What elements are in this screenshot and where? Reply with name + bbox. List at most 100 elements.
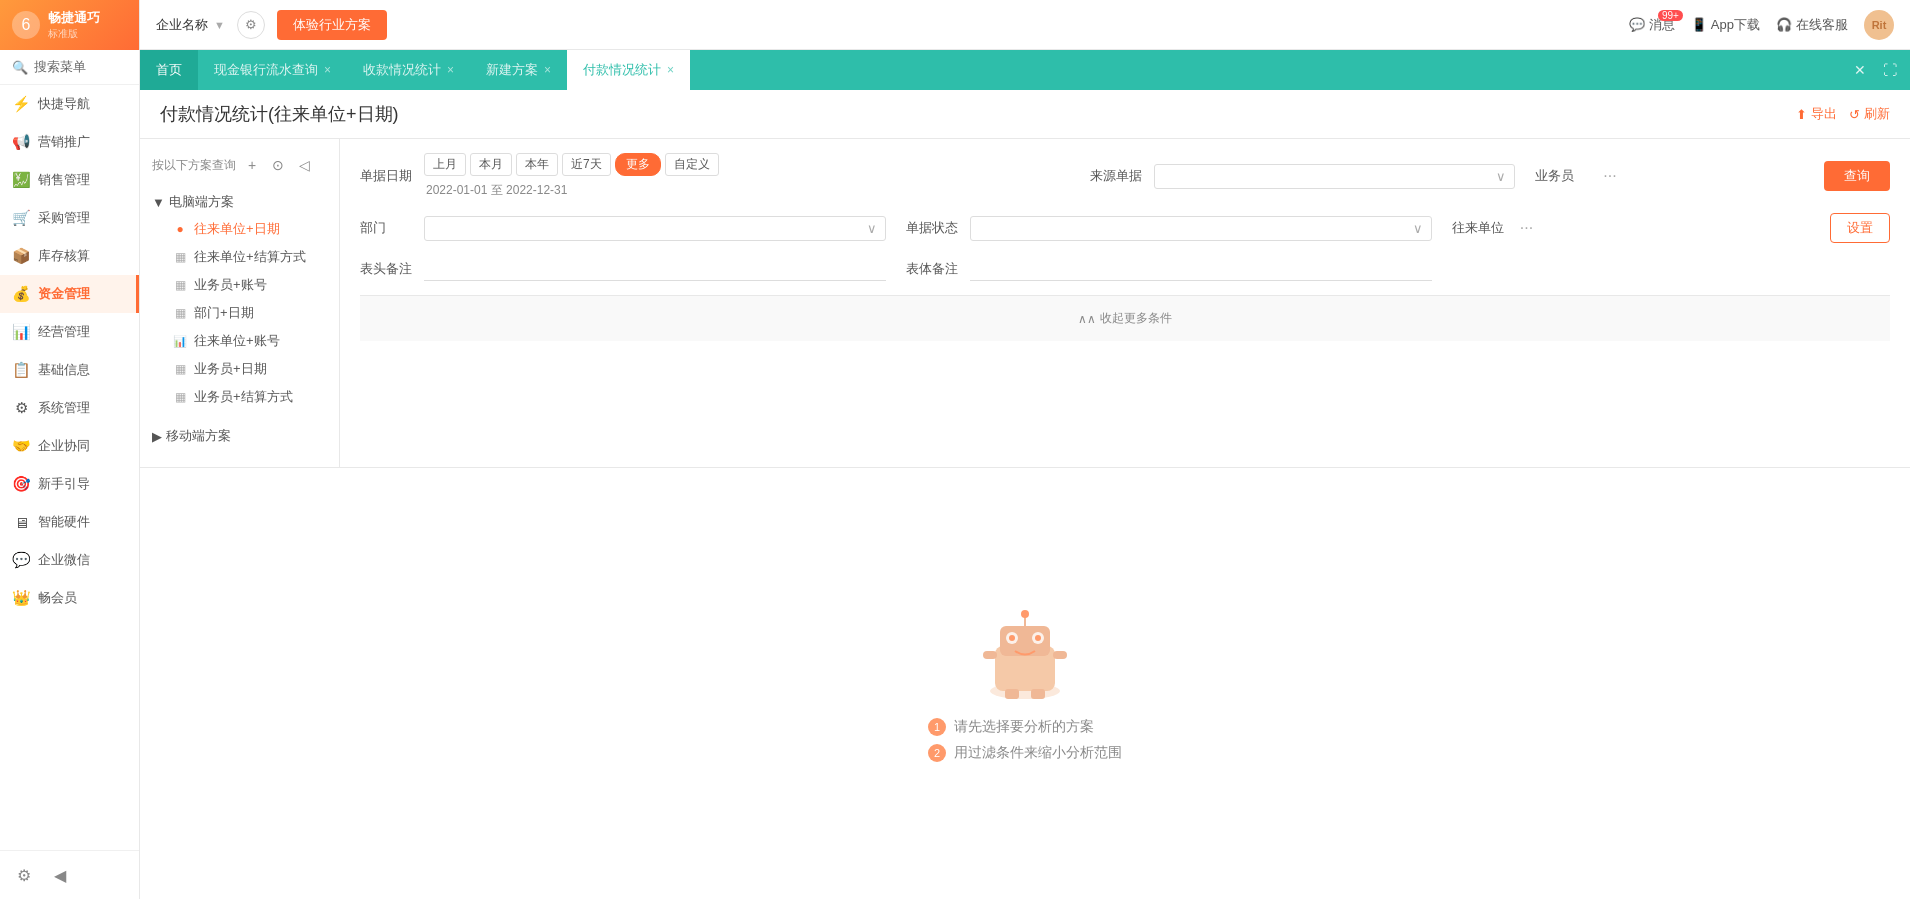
doc-status-select[interactable]: ∨	[970, 216, 1432, 241]
scheme-item-label: 往来单位+账号	[194, 332, 280, 350]
sidebar-item-collab[interactable]: 🤝 企业协同	[0, 427, 139, 465]
mobile-category-toggle[interactable]: ▶ 移动端方案	[152, 423, 327, 449]
tab-payment[interactable]: 付款情况统计 ×	[567, 50, 690, 90]
tab-home[interactable]: 首页	[140, 50, 198, 90]
body-note-field: 表体备注	[906, 257, 1432, 281]
content-area: 付款情况统计(往来单位+日期) ⬆ 导出 ↺ 刷新 按	[140, 90, 1910, 899]
tab-bank[interactable]: 现金银行流水查询 ×	[198, 50, 347, 90]
guide-icon: 🎯	[12, 475, 30, 493]
doc-status-select-arrow: ∨	[1413, 221, 1423, 236]
desktop-category-toggle[interactable]: ▼ 电脑端方案	[152, 189, 327, 215]
tip-num-1: 1	[928, 718, 946, 736]
search-icon: 🔍	[12, 60, 28, 75]
svg-rect-11	[1005, 689, 1019, 699]
tab-receipt[interactable]: 收款情况统计 ×	[347, 50, 470, 90]
sidebar-item-label: 畅会员	[38, 589, 77, 607]
scheme-item-staff-settle[interactable]: ▦ 业务员+结算方式	[168, 383, 327, 411]
tab-new-scheme[interactable]: 新建方案 ×	[470, 50, 567, 90]
close-all-tabs-btn[interactable]: ✕	[1848, 58, 1872, 82]
sidebar-item-marketing[interactable]: 📢 营销推广	[0, 123, 139, 161]
message-icon: 💬	[1629, 17, 1645, 32]
doc-status-field: 单据状态 ∨	[906, 216, 1432, 241]
service-label: 在线客服	[1796, 16, 1848, 34]
topbar-settings-btn[interactable]: ⚙	[237, 11, 265, 39]
export-btn[interactable]: ⬆ 导出	[1796, 105, 1837, 123]
date-this-month-btn[interactable]: 本月	[470, 153, 512, 176]
desktop-scheme-category: ▼ 电脑端方案 ● 往来单位+日期 ▦ 往来单位+结算方式	[140, 183, 339, 417]
svg-rect-10	[1053, 651, 1067, 659]
source-select[interactable]: ∨	[1154, 164, 1516, 189]
scheme-item-dept-date[interactable]: ▦ 部门+日期	[168, 299, 327, 327]
sidebar-item-member[interactable]: 👑 畅会员	[0, 579, 139, 617]
body-note-input[interactable]	[970, 257, 1432, 281]
sidebar-item-label: 智能硬件	[38, 513, 90, 531]
sidebar-item-label: 资金管理	[38, 285, 90, 303]
sidebar-collapse-btn[interactable]: ◀	[46, 861, 74, 889]
scheme-item-staff-account[interactable]: ▦ 业务员+账号	[168, 271, 327, 299]
date-7days-btn[interactable]: 近7天	[562, 153, 611, 176]
date-this-year-btn[interactable]: 本年	[516, 153, 558, 176]
sidebar-item-quick-nav[interactable]: ⚡ 快捷导航	[0, 85, 139, 123]
sidebar-item-sales[interactable]: 💹 销售管理	[0, 161, 139, 199]
head-note-label: 表头备注	[360, 260, 416, 278]
sidebar-item-basic[interactable]: 📋 基础信息	[0, 351, 139, 389]
sidebar-settings-btn[interactable]: ⚙	[10, 861, 38, 889]
sidebar-item-guide[interactable]: 🎯 新手引导	[0, 465, 139, 503]
sidebar-search[interactable]: 🔍 搜索菜单	[0, 50, 139, 85]
body-note-label: 表体备注	[906, 260, 962, 278]
sidebar-item-label: 系统管理	[38, 399, 90, 417]
scheme-item-party-settle[interactable]: ▦ 往来单位+结算方式	[168, 243, 327, 271]
sidebar-item-purchase[interactable]: 🛒 采购管理	[0, 199, 139, 237]
scheme-item-party-account[interactable]: 📊 往来单位+账号	[168, 327, 327, 355]
scheme-settings-btn[interactable]: ⊙	[268, 155, 288, 175]
tab-receipt-label: 收款情况统计	[363, 61, 441, 79]
head-note-input[interactable]	[424, 257, 886, 281]
scheme-header: 按以下方案查询 + ⊙ ◁	[140, 151, 339, 183]
workspace-name: 企业名称	[156, 16, 208, 34]
sidebar-item-operation[interactable]: 📊 经营管理	[0, 313, 139, 351]
scheme-sidebar: 按以下方案查询 + ⊙ ◁ ▼ 电脑端方案 ● 往来单位	[140, 139, 340, 467]
scheme-item-staff-date[interactable]: ▦ 业务员+日期	[168, 355, 327, 383]
refresh-btn[interactable]: ↺ 刷新	[1849, 105, 1890, 123]
scheme-item-icon: ▦	[172, 249, 188, 265]
user-avatar[interactable]: Rit	[1864, 10, 1894, 40]
maximize-btn[interactable]: ⛶	[1878, 58, 1902, 82]
sidebar-item-label: 库存核算	[38, 247, 90, 265]
settings-btn[interactable]: 设置	[1830, 213, 1890, 243]
dept-select[interactable]: ∨	[424, 216, 886, 241]
trial-btn[interactable]: 体验行业方案	[277, 10, 387, 40]
scheme-item-party-date[interactable]: ● 往来单位+日期	[168, 215, 327, 243]
tabbar-actions: ✕ ⛶	[1848, 58, 1910, 82]
party-dots[interactable]: ···	[1516, 219, 1537, 237]
tip-text-1: 请先选择要分析的方案	[954, 718, 1094, 736]
workspace-selector[interactable]: 企业名称 ▼	[156, 16, 225, 34]
online-service-btn[interactable]: 🎧 在线客服	[1776, 16, 1848, 34]
date-custom-btn[interactable]: 自定义	[665, 153, 719, 176]
mobile-scheme-category: ▶ 移动端方案	[140, 417, 339, 455]
app-download-btn[interactable]: 📱 App下载	[1691, 16, 1760, 34]
filter-row-3: 表头备注 表体备注	[360, 257, 1890, 281]
scheme-item-label: 部门+日期	[194, 304, 254, 322]
tab-bank-close[interactable]: ×	[324, 63, 331, 77]
query-btn[interactable]: 查询	[1824, 161, 1890, 191]
sidebar-item-inventory[interactable]: 📦 库存核算	[0, 237, 139, 275]
staff-dots[interactable]: ···	[1599, 167, 1620, 185]
date-last-month-btn[interactable]: 上月	[424, 153, 466, 176]
scheme-item-label: 业务员+账号	[194, 276, 267, 294]
tab-new-scheme-close[interactable]: ×	[544, 63, 551, 77]
scheme-collapse-btn[interactable]: ◁	[294, 155, 314, 175]
source-field: 来源单据 ∨	[1090, 164, 1516, 189]
tab-payment-close[interactable]: ×	[667, 63, 674, 77]
scheme-add-btn[interactable]: +	[242, 155, 262, 175]
date-more-btn[interactable]: 更多	[615, 153, 661, 176]
sidebar-item-wechat[interactable]: 💬 企业微信	[0, 541, 139, 579]
tab-receipt-close[interactable]: ×	[447, 63, 454, 77]
sidebar-item-capital[interactable]: 💰 资金管理	[0, 275, 139, 313]
scheme-item-label: 业务员+日期	[194, 360, 267, 378]
message-btn[interactable]: 💬 消息 99+	[1629, 16, 1675, 34]
scheme-item-active-icon: ●	[172, 221, 188, 237]
sidebar-item-system[interactable]: ⚙ 系统管理	[0, 389, 139, 427]
dept-field: 部门 ∨	[360, 216, 886, 241]
collapse-conditions-btn[interactable]: ∧∧ 收起更多条件	[1078, 304, 1172, 333]
sidebar-item-hardware[interactable]: 🖥 智能硬件	[0, 503, 139, 541]
